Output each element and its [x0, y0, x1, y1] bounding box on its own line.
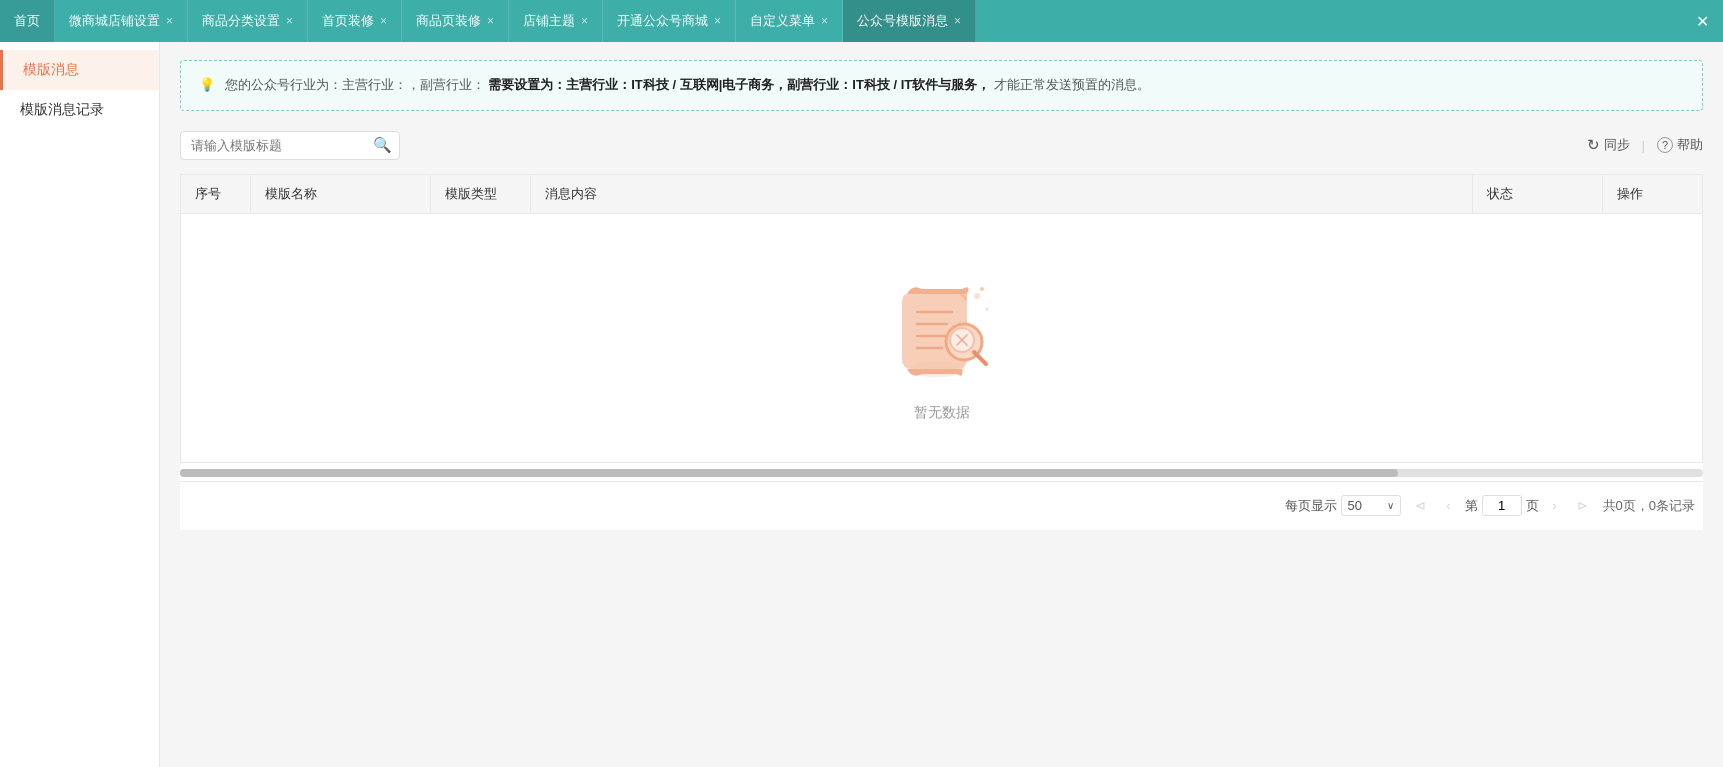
- divider: |: [1642, 138, 1645, 153]
- col-index: 序号: [181, 174, 251, 213]
- first-page-button[interactable]: ⊲: [1409, 494, 1433, 518]
- table-header-row: 序号 模版名称 模版类型 消息内容 状态 操作: [181, 174, 1703, 213]
- search-right: ↻ 同步 | ? 帮助: [1587, 136, 1703, 154]
- close-all-button[interactable]: ✕: [1682, 0, 1723, 42]
- top-nav-item-3[interactable]: 首页装修 ×: [308, 0, 402, 42]
- svg-point-11: [985, 307, 989, 311]
- top-nav-label: 公众号模版消息: [857, 12, 948, 30]
- notice-prefix: 您的公众号行业为：主营行业：，副营行业：: [225, 77, 485, 92]
- prev-page-button[interactable]: ‹: [1437, 494, 1461, 518]
- tab-close-icon[interactable]: ×: [821, 14, 828, 28]
- top-nav-label: 开通公众号商城: [617, 12, 708, 30]
- top-nav-item-6[interactable]: 开通公众号商城 ×: [603, 0, 736, 42]
- top-nav-label: 商品页装修: [416, 12, 481, 30]
- tab-close-icon[interactable]: ×: [714, 14, 721, 28]
- horizontal-scrollbar[interactable]: [180, 469, 1703, 477]
- sidebar-item-0[interactable]: 模版消息: [0, 50, 159, 90]
- tab-close-icon[interactable]: ×: [166, 14, 173, 28]
- svg-point-10: [974, 293, 980, 299]
- top-nav-label: 微商城店铺设置: [69, 12, 160, 30]
- top-nav-item-7[interactable]: 自定义菜单 ×: [736, 0, 843, 42]
- search-input-wrap: 🔍: [180, 131, 400, 160]
- empty-illustration: [882, 274, 1002, 384]
- page-input[interactable]: [1482, 495, 1522, 516]
- dropdown-arrow-icon: ∨: [1387, 500, 1394, 511]
- sync-label: 同步: [1604, 136, 1630, 154]
- search-input[interactable]: [180, 131, 400, 160]
- empty-state: 暂无数据: [181, 214, 1702, 462]
- top-nav-item-8[interactable]: 公众号模版消息 ×: [843, 0, 976, 42]
- top-nav-item-5[interactable]: 店铺主题 ×: [509, 0, 603, 42]
- page-label: 第: [1465, 497, 1478, 515]
- help-button[interactable]: ? 帮助: [1657, 136, 1703, 154]
- page-size-dropdown[interactable]: 50 ∨: [1341, 495, 1401, 516]
- sync-icon: ↻: [1587, 136, 1600, 154]
- col-action: 操作: [1603, 174, 1703, 213]
- total-info: 共0页，0条记录: [1603, 497, 1695, 515]
- tab-close-icon[interactable]: ×: [954, 14, 961, 28]
- svg-point-12: [980, 287, 984, 291]
- search-bar: 🔍 ↻ 同步 | ? 帮助: [180, 131, 1703, 160]
- tab-close-icon[interactable]: ×: [581, 14, 588, 28]
- sidebar: 模版消息模版消息记录: [0, 42, 160, 767]
- pagination: 每页显示 50 ∨ ⊲ ‹ 第 页 › ⊳ 共0页，0条记录: [180, 481, 1703, 530]
- notice-icon: 💡: [199, 77, 215, 92]
- col-type: 模版类型: [431, 174, 531, 213]
- sidebar-item-1[interactable]: 模版消息记录: [0, 90, 159, 130]
- notice-suffix: 才能正常发送预置的消息。: [994, 77, 1150, 92]
- next-page-button[interactable]: ›: [1543, 494, 1567, 518]
- empty-text: 暂无数据: [181, 404, 1702, 422]
- top-navigation: 首页微商城店铺设置×商品分类设置×首页装修×商品页装修×店铺主题×开通公众号商城…: [0, 0, 1723, 42]
- top-nav-item-0[interactable]: 首页: [0, 0, 55, 42]
- data-table: 序号 模版名称 模版类型 消息内容 状态 操作: [180, 174, 1703, 463]
- page-nav: ⊲ ‹ 第 页 › ⊳: [1409, 494, 1595, 518]
- top-nav-item-1[interactable]: 微商城店铺设置 ×: [55, 0, 188, 42]
- notice-box: 💡 您的公众号行业为：主营行业：，副营行业： 需要设置为：主营行业：IT科技 /…: [180, 60, 1703, 111]
- help-icon: ?: [1657, 137, 1673, 153]
- scroll-thumb[interactable]: [180, 469, 1398, 477]
- col-status: 状态: [1473, 174, 1603, 213]
- help-label: 帮助: [1677, 136, 1703, 154]
- page-unit: 页: [1526, 497, 1539, 515]
- search-icon[interactable]: 🔍: [373, 136, 392, 154]
- top-nav-label: 店铺主题: [523, 12, 575, 30]
- page-size-select: 每页显示 50 ∨: [1285, 495, 1401, 516]
- sync-button[interactable]: ↻ 同步: [1587, 136, 1630, 154]
- page-size-label: 每页显示: [1285, 497, 1337, 515]
- tab-close-icon[interactable]: ×: [487, 14, 494, 28]
- top-nav-item-2[interactable]: 商品分类设置 ×: [188, 0, 308, 42]
- page-size-value: 50: [1348, 498, 1362, 513]
- col-content: 消息内容: [531, 174, 1473, 213]
- content-area: 💡 您的公众号行业为：主营行业：，副营行业： 需要设置为：主营行业：IT科技 /…: [160, 42, 1723, 767]
- table-empty-row: 暂无数据: [181, 213, 1703, 462]
- col-name: 模版名称: [251, 174, 431, 213]
- top-nav-label: 首页: [14, 12, 40, 30]
- last-page-button[interactable]: ⊳: [1571, 494, 1595, 518]
- top-nav-item-4[interactable]: 商品页装修 ×: [402, 0, 509, 42]
- top-nav-label: 商品分类设置: [202, 12, 280, 30]
- svg-line-7: [974, 352, 986, 364]
- notice-highlight: 需要设置为：主营行业：IT科技 / 互联网|电子商务，副营行业：IT科技 / I…: [488, 77, 990, 92]
- search-left: 🔍: [180, 131, 400, 160]
- top-nav-label: 首页装修: [322, 12, 374, 30]
- tab-close-icon[interactable]: ×: [286, 14, 293, 28]
- main-layout: 模版消息模版消息记录 💡 您的公众号行业为：主营行业：，副营行业： 需要设置为：…: [0, 42, 1723, 767]
- top-nav-label: 自定义菜单: [750, 12, 815, 30]
- tab-close-icon[interactable]: ×: [380, 14, 387, 28]
